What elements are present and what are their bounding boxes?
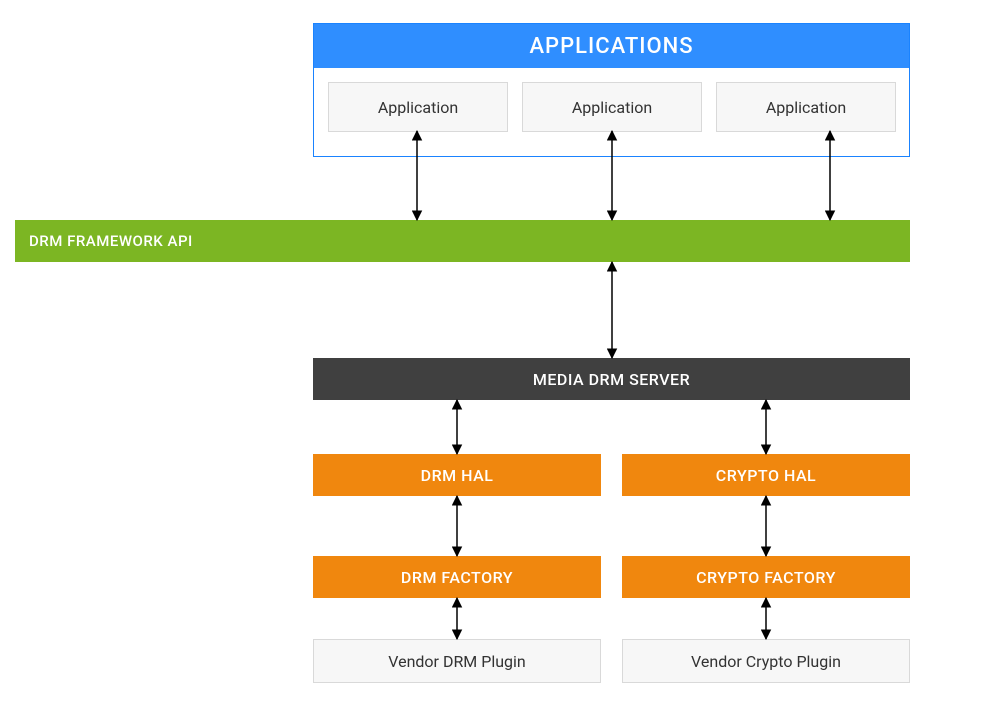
crypto-factory-box: CRYPTO FACTORY [622,556,910,598]
applications-group: APPLICATIONS Application Application App… [313,23,910,157]
factory-row: DRM FACTORY CRYPTO FACTORY [313,556,910,598]
application-box-2: Application [522,82,702,132]
hal-row: DRM HAL CRYPTO HAL [313,454,910,496]
drm-factory-box: DRM FACTORY [313,556,601,598]
application-box-3: Application [716,82,896,132]
drm-hal-box: DRM HAL [313,454,601,496]
diagram-canvas: APPLICATIONS Application Application App… [0,0,1003,716]
media-drm-server-bar: MEDIA DRM SERVER [313,358,910,400]
drm-framework-api-bar: DRM FRAMEWORK API [15,220,910,262]
application-box-1: Application [328,82,508,132]
applications-row: Application Application Application [314,68,909,146]
vendor-drm-plugin-box: Vendor DRM Plugin [313,639,601,683]
vendor-crypto-plugin-box: Vendor Crypto Plugin [622,639,910,683]
crypto-hal-box: CRYPTO HAL [622,454,910,496]
plugin-row: Vendor DRM Plugin Vendor Crypto Plugin [313,639,910,683]
applications-header: APPLICATIONS [314,24,909,68]
